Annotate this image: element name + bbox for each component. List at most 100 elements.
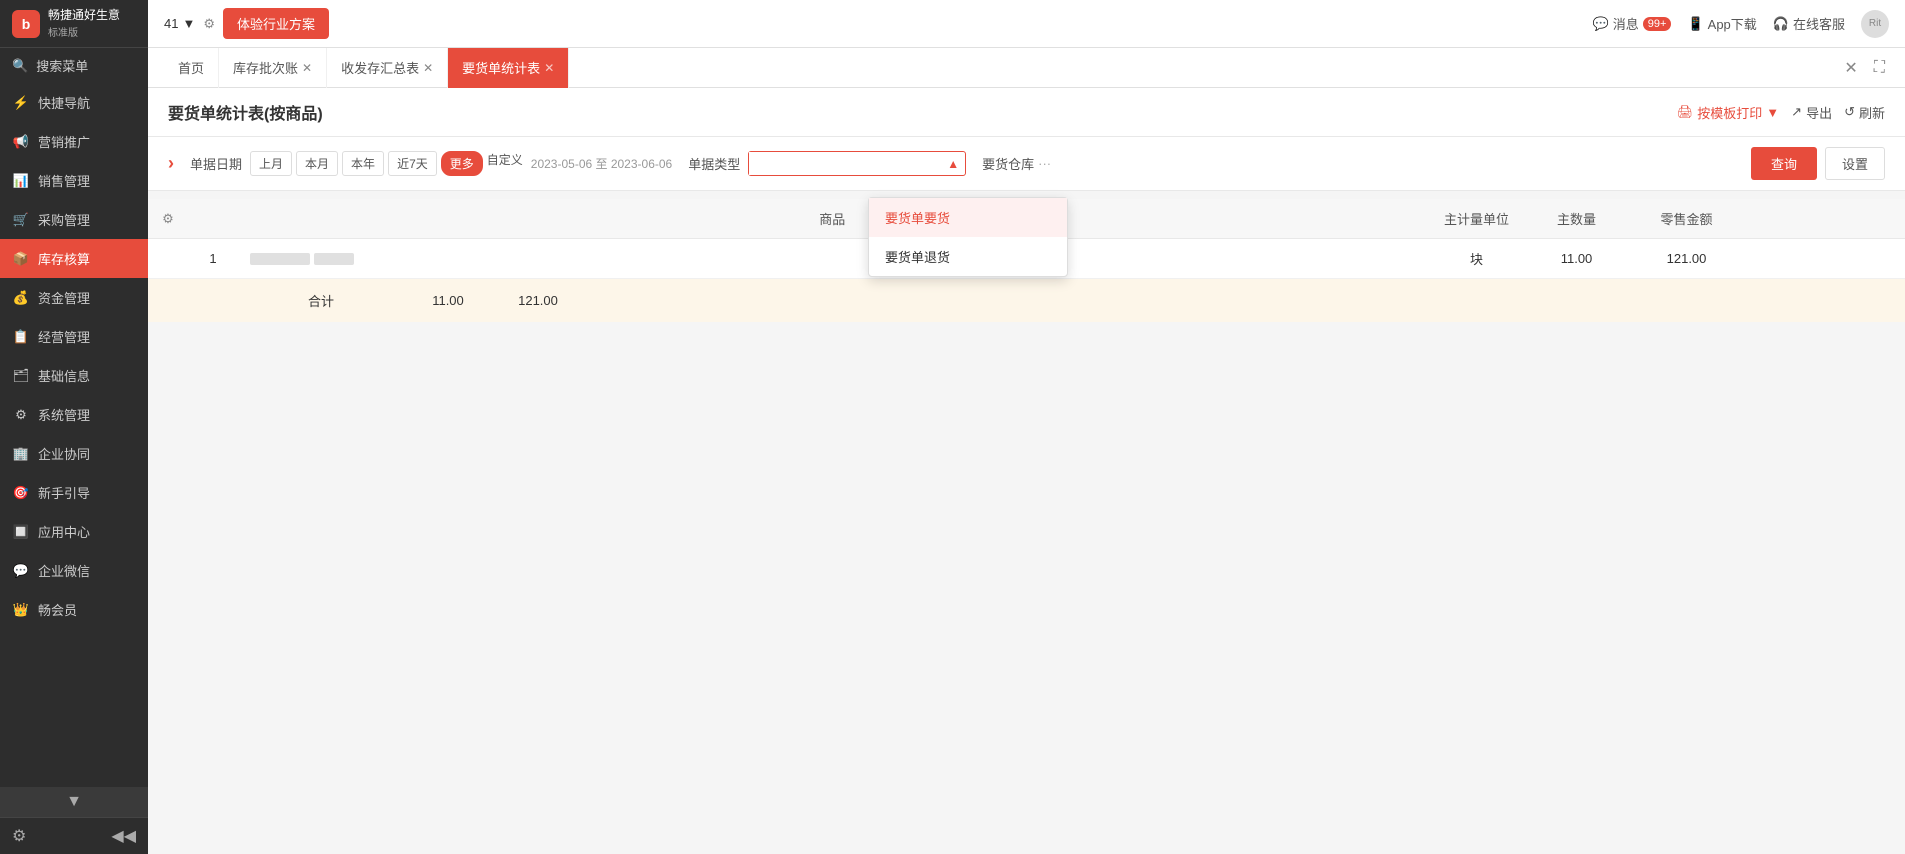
date-btn-7days[interactable]: 近7天 xyxy=(388,151,437,176)
print-icon: 🖨 xyxy=(1677,104,1694,120)
type-filter-input-wrapper[interactable]: ▲ xyxy=(748,151,966,176)
sidebar-item-label: 采购管理 xyxy=(38,210,90,229)
table-settings-icon[interactable]: ⚙ xyxy=(162,211,174,226)
tab-home[interactable]: 首页 xyxy=(164,48,219,88)
tab-inventory-batch-close[interactable]: ✕ xyxy=(302,61,312,75)
date-filter-group: 单据日期 上月 本月 本年 近7天 更多 自定义 2023-05-06 至 20… xyxy=(190,151,672,176)
filter-toggle-btn[interactable]: › xyxy=(168,153,174,174)
tab-order-stats-close[interactable]: ✕ xyxy=(544,61,554,75)
footer-qty: 11.00 xyxy=(368,293,468,308)
tab-home-label: 首页 xyxy=(178,58,204,77)
sidebar-item-member[interactable]: 👑 畅会员 xyxy=(0,590,148,629)
sales-icon: 📊 xyxy=(12,173,30,189)
date-quick-buttons: 上月 本月 本年 近7天 更多 自定义 xyxy=(250,151,523,176)
sidebar-item-label: 企业微信 xyxy=(38,561,90,580)
wechat-icon: 💬 xyxy=(12,563,30,579)
footer-amount: 121.00 xyxy=(468,293,588,308)
type-filter-label: 单据类型 xyxy=(688,154,740,173)
date-btn-last-month[interactable]: 上月 xyxy=(250,151,292,176)
close-tab-btn[interactable]: ✕ xyxy=(1840,54,1861,82)
expand-icon: ▼ xyxy=(1766,105,1779,120)
user-avatar[interactable]: Rit xyxy=(1861,10,1889,38)
topbar-gear-icon[interactable]: ⚙ xyxy=(203,16,215,32)
sidebar-item-label: 库存核算 xyxy=(38,249,90,268)
filter-actions: 查询 设置 xyxy=(1751,147,1885,180)
finance-icon: 💰 xyxy=(12,290,30,306)
collapse-sidebar-button[interactable]: ◀◀ xyxy=(111,826,136,846)
sidebar-item-quick-nav[interactable]: ⚡ 快捷导航 xyxy=(0,83,148,122)
sidebar-item-inventory[interactable]: 📦 库存核算 xyxy=(0,239,148,278)
sidebar-item-enterprise[interactable]: 🏢 企业协同 xyxy=(0,434,148,473)
product-bar2 xyxy=(314,253,354,265)
tab-collection-summary[interactable]: 收发存汇总表 ✕ xyxy=(327,48,448,88)
maximize-tab-btn[interactable]: ⛶ xyxy=(1870,54,1889,82)
th-seq xyxy=(188,199,238,239)
refresh-btn[interactable]: ↺ 刷新 xyxy=(1844,103,1885,122)
topbar-left: 41 ▼ ⚙ 体验行业方案 xyxy=(164,8,1581,39)
sidebar-item-guide[interactable]: 🎯 新手引导 xyxy=(0,473,148,512)
sidebar-item-system[interactable]: ⚙ 系统管理 xyxy=(0,395,148,434)
warehouse-filter-group: 要货仓库 ··· xyxy=(982,154,1051,173)
app-download-label: App下载 xyxy=(1708,14,1757,33)
th-amount: 零售金额 xyxy=(1627,199,1747,239)
date-btn-this-year[interactable]: 本年 xyxy=(342,151,384,176)
query-btn[interactable]: 查询 xyxy=(1751,147,1817,180)
type-dropdown-caret[interactable]: ▲ xyxy=(941,157,965,171)
tab-order-stats[interactable]: 要货单统计表 ✕ xyxy=(448,48,569,88)
sidebar-item-sales[interactable]: 📊 销售管理 xyxy=(0,161,148,200)
topbar-right: 💬 消息 99+ 📱 App下载 🎧 在线客服 Rit xyxy=(1593,10,1889,38)
template-print-btn[interactable]: 🖨 按模板打印 ▼ xyxy=(1677,103,1779,122)
export-btn[interactable]: ↗ 导出 xyxy=(1791,103,1832,122)
product-placeholder xyxy=(250,253,1415,265)
date-custom-btn[interactable]: 自定义 xyxy=(487,151,523,176)
date-btn-more[interactable]: 更多 xyxy=(441,151,483,176)
sidebar-item-label: 基础信息 xyxy=(38,366,90,385)
sidebar-nav: ⚡ 快捷导航 📢 营销推广 📊 销售管理 🛒 采购管理 📦 库存核算 💰 资金管… xyxy=(0,83,148,787)
sidebar-item-wechat[interactable]: 💬 企业微信 xyxy=(0,551,148,590)
online-service-btn[interactable]: 🎧 在线客服 xyxy=(1773,14,1845,33)
service-label: 在线客服 xyxy=(1793,14,1845,33)
td-row-check xyxy=(148,239,188,279)
sidebar-item-operation[interactable]: 📋 经营管理 xyxy=(0,317,148,356)
store-selector[interactable]: 41 ▼ xyxy=(164,16,195,31)
export-icon: ↗ xyxy=(1791,104,1802,120)
sidebar-footer: ⚙ ◀◀ xyxy=(0,817,148,854)
th-settings: ⚙ xyxy=(148,199,188,239)
type-filter-group: 单据类型 ▲ xyxy=(688,151,966,176)
sidebar-item-label: 快捷导航 xyxy=(38,93,90,112)
dropdown-item-order-return[interactable]: 要货单退货 xyxy=(869,237,1067,276)
sidebar-item-label: 企业协同 xyxy=(38,444,90,463)
tab-bar: 首页 库存批次账 ✕ 收发存汇总表 ✕ 要货单统计表 ✕ ✕ ⛶ xyxy=(148,48,1905,88)
messages-btn[interactable]: 💬 消息 99+ xyxy=(1593,14,1672,33)
template-print-label: 按模板打印 xyxy=(1697,103,1762,122)
industry-btn[interactable]: 体验行业方案 xyxy=(223,8,329,39)
inventory-icon: 📦 xyxy=(12,251,30,267)
td-amount: 121.00 xyxy=(1627,239,1747,279)
sidebar-item-basic[interactable]: 🗂 基础信息 xyxy=(0,356,148,395)
footer-total-label: 合计 xyxy=(308,294,334,309)
type-filter-input[interactable] xyxy=(749,152,941,175)
date-btn-this-month[interactable]: 本月 xyxy=(296,151,338,176)
sidebar-item-label: 应用中心 xyxy=(38,522,90,541)
app-download-btn[interactable]: 📱 App下载 xyxy=(1687,14,1756,33)
message-label: 消息 xyxy=(1613,14,1639,33)
sidebar: b 畅捷通好生意 标准版 🔍 搜索菜单 ⚡ 快捷导航 📢 营销推广 📊 销售管理… xyxy=(0,0,148,854)
tab-collection-summary-label: 收发存汇总表 xyxy=(341,58,419,77)
sidebar-item-marketing[interactable]: 📢 营销推广 xyxy=(0,122,148,161)
filter-settings-btn[interactable]: 设置 xyxy=(1825,147,1885,180)
settings-button[interactable]: ⚙ xyxy=(12,826,26,846)
search-menu-item[interactable]: 🔍 搜索菜单 xyxy=(0,48,148,83)
tab-inventory-batch[interactable]: 库存批次账 ✕ xyxy=(219,48,327,88)
store-dropdown-icon: ▼ xyxy=(182,16,195,31)
sidebar-item-apps[interactable]: 🔲 应用中心 xyxy=(0,512,148,551)
enterprise-icon: 🏢 xyxy=(12,446,30,462)
warehouse-more-icon[interactable]: ··· xyxy=(1038,156,1051,171)
sidebar-item-label: 畅会员 xyxy=(38,600,77,619)
tab-collection-summary-close[interactable]: ✕ xyxy=(423,61,433,75)
dropdown-item-order-goods[interactable]: 要货单要货 xyxy=(869,198,1067,237)
sidebar-scroll-down[interactable]: ▼ xyxy=(0,787,148,817)
sidebar-item-purchase[interactable]: 🛒 采购管理 xyxy=(0,200,148,239)
brand-name: 畅捷通好生意 xyxy=(48,8,120,24)
sidebar-item-finance[interactable]: 💰 资金管理 xyxy=(0,278,148,317)
product-bar1 xyxy=(250,253,310,265)
